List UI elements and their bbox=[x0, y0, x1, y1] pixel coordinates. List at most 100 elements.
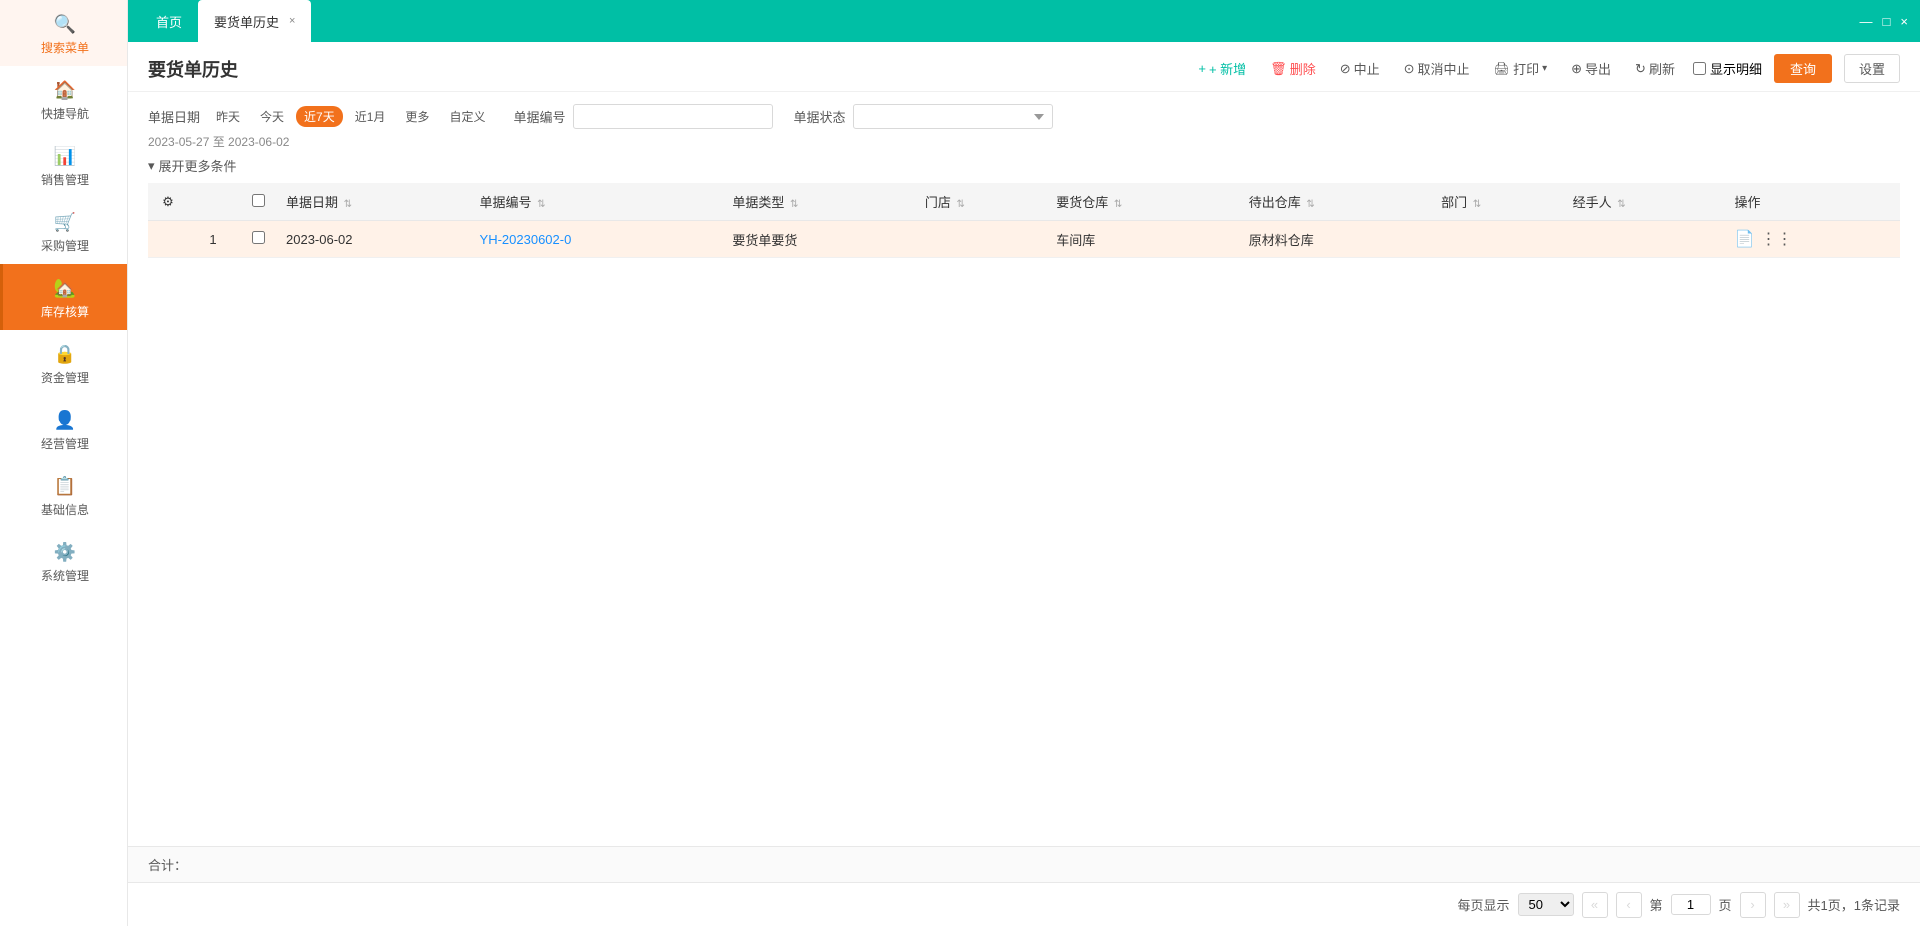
total-label: 合计： bbox=[148, 855, 187, 874]
sort-pending-warehouse-icon[interactable]: ⇅ bbox=[1306, 199, 1314, 210]
date-pill-today[interactable]: 今天 bbox=[252, 106, 292, 127]
table-row: 1 2023-06-02 YH-20230602-0 要货单要货 bbox=[148, 221, 1900, 258]
sort-doc-type-icon[interactable]: ⇅ bbox=[790, 199, 798, 210]
col-settings[interactable]: ⚙ bbox=[148, 183, 188, 221]
sort-handler-icon[interactable]: ⇅ bbox=[1617, 199, 1625, 210]
row-date: 2023-06-02 bbox=[278, 221, 472, 258]
row-check[interactable] bbox=[238, 221, 278, 258]
status-filter-select[interactable] bbox=[853, 104, 1053, 129]
sidebar-item-basic-info[interactable]: 📋 基础信息 bbox=[0, 462, 127, 528]
row-view-icon[interactable]: 📄 bbox=[1735, 229, 1755, 249]
row-more-icon[interactable]: ⋮⋮ bbox=[1760, 229, 1792, 249]
toolbar: + + 新增 🗑 删除 ⊘ 中止 ⊙ 取消中止 🖨 打印 bbox=[1192, 54, 1900, 83]
sort-dept-icon[interactable]: ⇅ bbox=[1473, 199, 1481, 210]
stop-icon: ⊘ bbox=[1340, 61, 1351, 77]
sort-date-icon[interactable]: ⇅ bbox=[344, 199, 352, 210]
page-number-input[interactable] bbox=[1671, 894, 1711, 915]
next-page-button[interactable]: › bbox=[1740, 892, 1766, 918]
doc-no-input[interactable] bbox=[573, 104, 773, 129]
stop-button[interactable]: ⊘ 中止 bbox=[1334, 56, 1386, 81]
add-icon: + bbox=[1198, 61, 1206, 76]
doc-no-link[interactable]: YH-20230602-0 bbox=[480, 232, 572, 247]
date-filter-label: 单据日期 bbox=[148, 107, 200, 126]
topbar: 首页 要货单历史 × — □ × bbox=[128, 0, 1920, 42]
requisition-table: ⚙ 单据日期 ⇅ 单据编号 ⇅ bbox=[148, 183, 1900, 258]
col-dept: 部门 ⇅ bbox=[1433, 183, 1564, 221]
delete-button[interactable]: 🗑 删除 bbox=[1264, 56, 1322, 81]
date-pill-yesterday[interactable]: 昨天 bbox=[208, 106, 248, 127]
col-num bbox=[188, 183, 238, 221]
export-icon: ⊕ bbox=[1571, 61, 1582, 77]
display-detail-toggle[interactable]: 显示明细 bbox=[1693, 59, 1762, 78]
new-button[interactable]: + + 新增 bbox=[1192, 56, 1252, 81]
minimize-button[interactable]: — bbox=[1860, 14, 1873, 29]
cancel-stop-button[interactable]: ⊙ 取消中止 bbox=[1398, 56, 1476, 81]
sort-doc-no-icon[interactable]: ⇅ bbox=[537, 199, 545, 210]
inventory-icon: 🏡 bbox=[54, 278, 76, 299]
col-doc-no: 单据编号 ⇅ bbox=[472, 183, 725, 221]
row-checkbox[interactable] bbox=[252, 231, 265, 244]
page-label: 第 bbox=[1650, 895, 1663, 914]
col-store: 门店 ⇅ bbox=[917, 183, 1048, 221]
sort-req-warehouse-icon[interactable]: ⇅ bbox=[1114, 199, 1122, 210]
print-dropdown-icon: ▾ bbox=[1542, 63, 1547, 74]
print-button[interactable]: 🖨 打印 ▾ bbox=[1488, 56, 1554, 81]
maximize-button[interactable]: □ bbox=[1883, 14, 1891, 29]
date-range-display: 2023-05-27 至 2023-06-02 bbox=[148, 133, 1900, 150]
cancel-stop-icon: ⊙ bbox=[1404, 61, 1415, 77]
table-header: ⚙ 单据日期 ⇅ 单据编号 ⇅ bbox=[148, 183, 1900, 221]
select-all-checkbox[interactable] bbox=[252, 194, 265, 207]
sidebar-item-sales-mgmt[interactable]: 📊 销售管理 bbox=[0, 132, 127, 198]
row-pending-warehouse: 原材料仓库 bbox=[1241, 221, 1433, 258]
sidebar-item-purchase-mgmt[interactable]: 🛒 采购管理 bbox=[0, 198, 127, 264]
refresh-button[interactable]: ↻ 刷新 bbox=[1629, 56, 1681, 81]
status-filter-label: 单据状态 bbox=[793, 107, 845, 126]
delete-icon: 🗑 bbox=[1270, 61, 1287, 77]
first-page-button[interactable]: « bbox=[1582, 892, 1608, 918]
sort-store-icon[interactable]: ⇅ bbox=[956, 199, 964, 210]
print-icon: 🖨 bbox=[1494, 61, 1511, 77]
per-page-select[interactable]: 50 10 20 100 bbox=[1518, 893, 1574, 916]
close-tab-icon[interactable]: × bbox=[289, 15, 295, 27]
date-pill-1month[interactable]: 近1月 bbox=[347, 106, 394, 127]
date-pill-custom[interactable]: 自定义 bbox=[441, 106, 493, 127]
sidebar-item-inventory[interactable]: 🏡 库存核算 bbox=[0, 264, 127, 330]
table-footer: 合计： bbox=[128, 846, 1920, 882]
expand-icon: ▾ bbox=[148, 158, 155, 174]
sidebar-item-search-menu[interactable]: 🔍 搜索菜单 bbox=[0, 0, 127, 66]
row-doc-type: 要货单要货 bbox=[724, 221, 916, 258]
last-page-button[interactable]: » bbox=[1774, 892, 1800, 918]
sidebar-item-label: 采购管理 bbox=[41, 237, 89, 254]
refresh-icon: ↻ bbox=[1635, 61, 1646, 77]
close-window-button[interactable]: × bbox=[1900, 14, 1908, 29]
date-pill-more[interactable]: 更多 bbox=[397, 106, 437, 127]
tab-home[interactable]: 首页 bbox=[140, 0, 198, 42]
prev-page-button[interactable]: ‹ bbox=[1616, 892, 1642, 918]
row-handler bbox=[1565, 221, 1727, 258]
expand-more-button[interactable]: ▾ 展开更多条件 bbox=[148, 156, 1900, 175]
export-button[interactable]: ⊕ 导出 bbox=[1565, 56, 1617, 81]
date-range-text: 2023-05-27 至 2023-06-02 bbox=[148, 135, 289, 149]
status-filter-group: 单据状态 bbox=[793, 104, 1053, 129]
doc-no-filter-label: 单据编号 bbox=[513, 107, 565, 126]
query-button[interactable]: 查询 bbox=[1774, 54, 1832, 83]
pagination-bar: 每页显示 50 10 20 100 « ‹ 第 页 › » 共1页，1条记录 bbox=[128, 882, 1920, 926]
tab-requisition-history[interactable]: 要货单历史 × bbox=[198, 0, 311, 42]
page-suffix: 页 bbox=[1719, 895, 1732, 914]
sidebar-item-label: 经营管理 bbox=[41, 435, 89, 452]
row-settings bbox=[148, 221, 188, 258]
page-header: 要货单历史 + + 新增 🗑 删除 ⊘ 中止 ⊙ 取消中止 bbox=[128, 42, 1920, 92]
display-detail-checkbox[interactable] bbox=[1693, 62, 1706, 75]
sidebar-item-finance-mgmt[interactable]: 🔒 资金管理 bbox=[0, 330, 127, 396]
sidebar-item-operations-mgmt[interactable]: 👤 经营管理 bbox=[0, 396, 127, 462]
quick-nav-icon: 🏠 bbox=[54, 80, 76, 101]
sidebar-item-quick-nav[interactable]: 🏠 快捷导航 bbox=[0, 66, 127, 132]
sidebar-item-system-mgmt[interactable]: ⚙️ 系统管理 bbox=[0, 528, 127, 594]
row-req-warehouse: 车间库 bbox=[1048, 221, 1240, 258]
settings-button[interactable]: 设置 bbox=[1844, 54, 1900, 83]
table-wrapper: ⚙ 单据日期 ⇅ 单据编号 ⇅ bbox=[128, 183, 1920, 846]
operations-mgmt-icon: 👤 bbox=[54, 410, 76, 431]
page-title: 要货单历史 bbox=[148, 56, 1192, 82]
date-pill-7days[interactable]: 近7天 bbox=[296, 106, 343, 127]
row-actions: 📄 ⋮⋮ bbox=[1727, 221, 1900, 258]
